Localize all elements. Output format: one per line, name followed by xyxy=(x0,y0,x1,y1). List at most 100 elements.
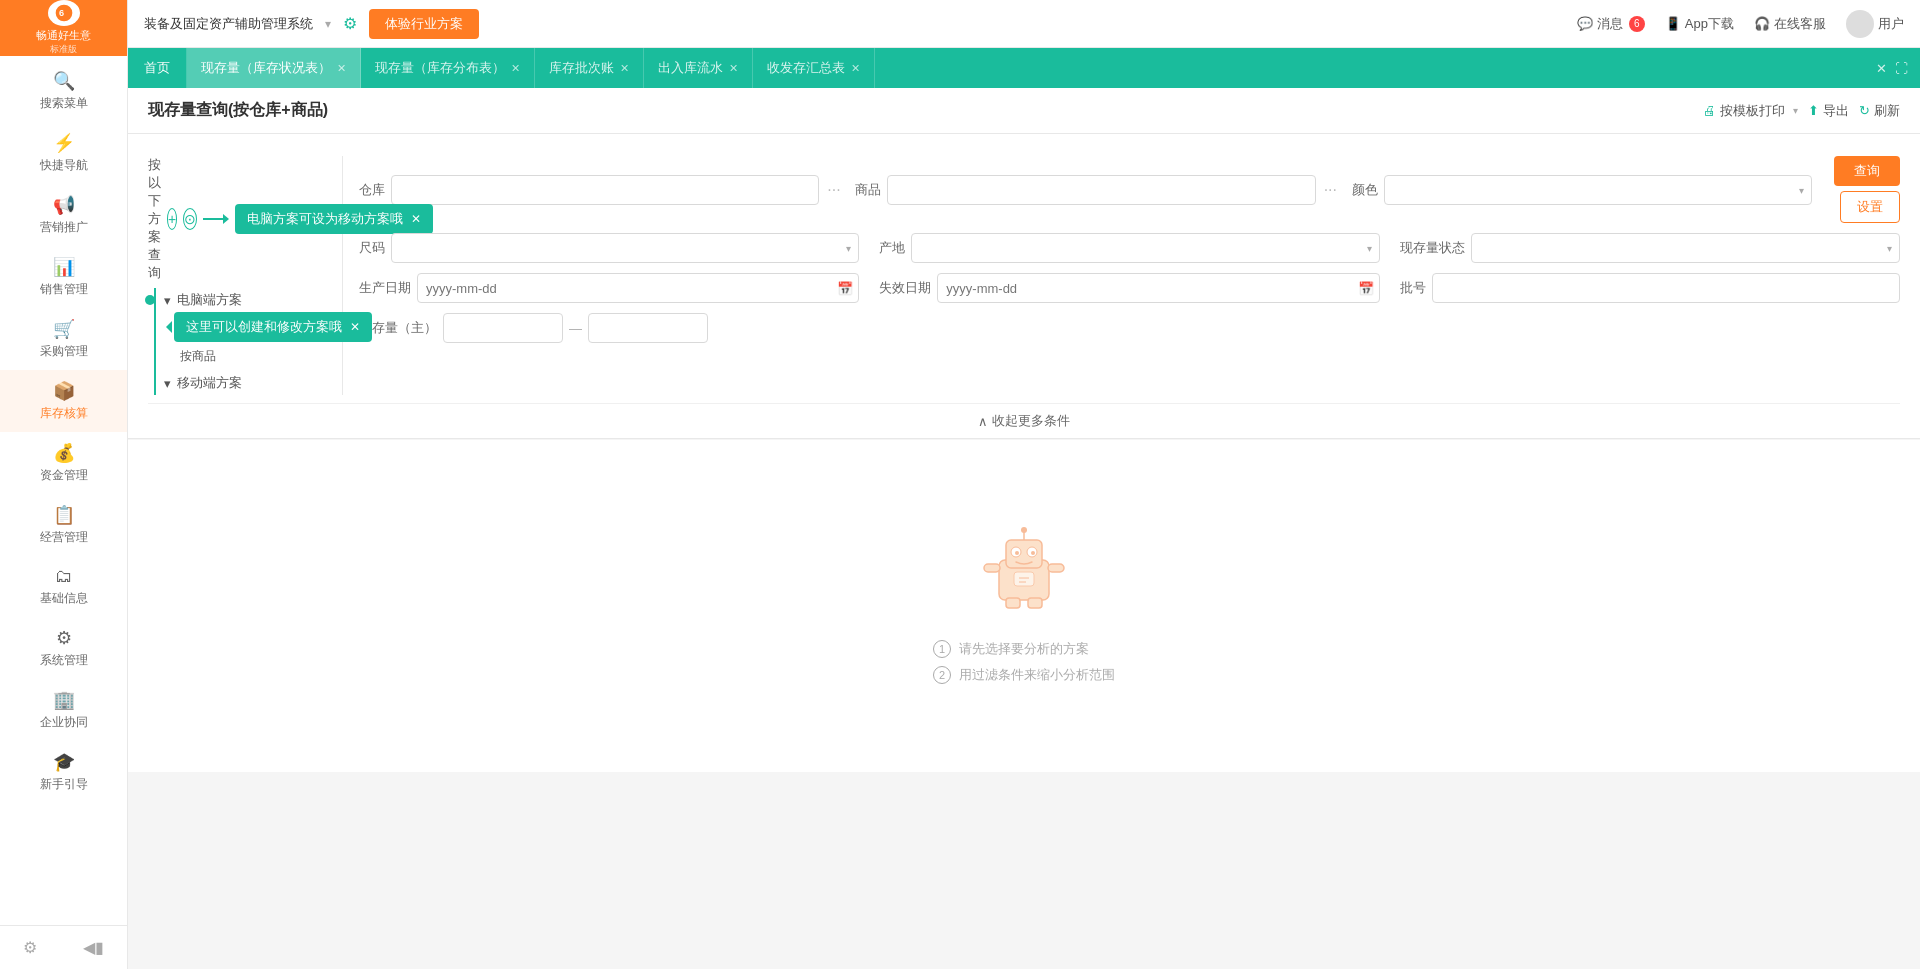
expire-date-start-input[interactable] xyxy=(937,273,1379,303)
tab-in-out-flow[interactable]: 出入库流水 ✕ xyxy=(644,48,753,88)
warehouse-more-icon[interactable]: ··· xyxy=(827,181,847,199)
sales-icon: 📊 xyxy=(53,256,75,278)
tab-close-all-icon[interactable]: ✕ xyxy=(1876,61,1887,76)
settings-gear-icon[interactable]: ⚙ xyxy=(23,938,37,957)
tooltip2-close-btn[interactable]: ✕ xyxy=(350,320,360,334)
desktop-schema-label[interactable]: 电脑端方案 xyxy=(177,291,242,309)
edit-schema-btn[interactable]: ⊙ xyxy=(183,208,197,230)
tab-stock-dist[interactable]: 现存量（库存分布表） ✕ xyxy=(361,48,535,88)
sidebar-item-label: 新手引导 xyxy=(40,776,88,793)
refresh-btn[interactable]: ↻ 刷新 xyxy=(1859,102,1900,120)
sidebar-item-guide[interactable]: 🎓 新手引导 xyxy=(0,741,127,803)
origin-select[interactable] xyxy=(911,233,1379,263)
goods-input[interactable] xyxy=(887,175,1315,205)
tab-close-icon[interactable]: ✕ xyxy=(729,63,738,74)
sidebar-item-label: 资金管理 xyxy=(40,467,88,484)
size-select[interactable] xyxy=(391,233,859,263)
sidebar-bottom: ⚙ ◀▮ xyxy=(0,925,127,969)
sidebar-item-basic-info[interactable]: 🗂 基础信息 xyxy=(0,556,127,617)
dropdown-arrow-icon[interactable]: ▾ xyxy=(325,17,331,31)
schema-dot-indicator xyxy=(145,295,155,305)
finance-icon: 💰 xyxy=(53,442,75,464)
topbar-right: 💬 消息 6 📱 App下载 🎧 在线客服 用户 xyxy=(1577,10,1904,38)
filter-row-1: 仓库 ··· 商品 ··· 颜色 xyxy=(359,156,1900,223)
user-btn[interactable]: 用户 xyxy=(1846,10,1904,38)
svg-text:6: 6 xyxy=(59,8,64,18)
stock-status-select[interactable] xyxy=(1471,233,1900,263)
support-label: 在线客服 xyxy=(1774,15,1826,33)
sidebar-item-label: 采购管理 xyxy=(40,343,88,360)
app-download-btn[interactable]: 📱 App下载 xyxy=(1665,15,1734,33)
query-btn[interactable]: 查询 xyxy=(1834,156,1900,186)
sidebar-item-marketing[interactable]: 📢 营销推广 xyxy=(0,184,127,246)
color-label: 颜色 xyxy=(1352,181,1378,199)
mobile-icon: 📱 xyxy=(1665,16,1681,31)
empty-steps: 1 请先选择要分析的方案 2 用过滤条件来缩小分析范围 xyxy=(933,640,1115,692)
tab-close-icon[interactable]: ✕ xyxy=(337,63,346,74)
search-menu-icon: 🔍 xyxy=(53,70,75,92)
logo-text: 畅通好生意 xyxy=(36,28,91,43)
stock-qty-separator: — xyxy=(569,321,582,336)
svg-rect-11 xyxy=(1048,564,1064,572)
tab-stock-status[interactable]: 现存量（库存状况表） ✕ xyxy=(187,48,361,88)
action-btn[interactable]: 体验行业方案 xyxy=(369,9,479,39)
sidebar-item-purchase[interactable]: 🛒 采购管理 xyxy=(0,308,127,370)
tab-close-icon[interactable]: ✕ xyxy=(511,63,520,74)
collapse-btn[interactable]: ∧ 收起更多条件 xyxy=(148,404,1900,438)
sidebar-item-finance[interactable]: 💰 资金管理 xyxy=(0,432,127,494)
filter-row-4: 现存量（主） — xyxy=(359,313,1900,343)
stock-qty-max-input[interactable] xyxy=(588,313,708,343)
mobile-schema-label[interactable]: 移动端方案 xyxy=(177,374,242,392)
refresh-icon: ↻ xyxy=(1859,103,1870,118)
color-field: 颜色 xyxy=(1352,175,1812,205)
sidebar-item-quick-nav[interactable]: ⚡ 快捷导航 xyxy=(0,122,127,184)
tree-expand-icon[interactable]: ▾ xyxy=(164,293,171,308)
goods-more-icon[interactable]: ··· xyxy=(1324,181,1344,199)
tab-home[interactable]: 首页 xyxy=(128,48,187,88)
sidebar-item-inventory[interactable]: 📦 库存核算 xyxy=(0,370,127,432)
sidebar-item-enterprise[interactable]: 🏢 企业协同 xyxy=(0,679,127,741)
step-1-text: 请先选择要分析的方案 xyxy=(959,640,1089,658)
sidebar-item-search-menu[interactable]: 🔍 搜索菜单 xyxy=(0,60,127,122)
tab-label: 出入库流水 xyxy=(658,59,723,77)
batch-input[interactable] xyxy=(1432,273,1900,303)
sidebar-item-label: 营销推广 xyxy=(40,219,88,236)
prod-date-start-input[interactable] xyxy=(417,273,859,303)
mobile-tree-icon[interactable]: ▾ xyxy=(164,376,171,391)
schema-child-item[interactable]: 按商品 xyxy=(180,346,330,367)
stock-qty-min-input[interactable] xyxy=(443,313,563,343)
tab-batch-account[interactable]: 库存批次账 ✕ xyxy=(535,48,644,88)
svg-point-7 xyxy=(1031,551,1035,555)
schema-left-panel: 按以下方案查询 + ⊙ 电脑方案可设为移动方案哦 ✕ xyxy=(148,156,343,395)
collapse-sidebar-icon[interactable]: ◀▮ xyxy=(83,938,104,957)
color-select[interactable] xyxy=(1384,175,1812,205)
tooltip1-close-btn[interactable]: ✕ xyxy=(411,212,421,226)
stock-status-label: 现存量状态 xyxy=(1400,239,1465,257)
tab-close-icon[interactable]: ✕ xyxy=(620,63,629,74)
filter-main-area: 按以下方案查询 + ⊙ 电脑方案可设为移动方案哦 ✕ xyxy=(148,146,1900,403)
page-content: 现存量查询(按仓库+商品) 🖨 按模板打印 ▾ ⬆ 导出 ↻ 刷新 xyxy=(128,88,1920,969)
message-btn[interactable]: 💬 消息 6 xyxy=(1577,15,1645,33)
warehouse-input[interactable] xyxy=(391,175,819,205)
enterprise-icon: 🏢 xyxy=(53,689,75,711)
tab-maximize-icon[interactable]: ⛶ xyxy=(1895,61,1908,76)
sidebar-item-operations[interactable]: 📋 经营管理 xyxy=(0,494,127,556)
sidebar-item-system[interactable]: ⚙ 系统管理 xyxy=(0,617,127,679)
support-btn[interactable]: 🎧 在线客服 xyxy=(1754,15,1826,33)
print-btn[interactable]: 🖨 按模板打印 ▾ xyxy=(1703,102,1798,120)
add-schema-btn[interactable]: + xyxy=(167,208,177,230)
tab-collect-report[interactable]: 收发存汇总表 ✕ xyxy=(753,48,875,88)
export-btn[interactable]: ⬆ 导出 xyxy=(1808,102,1849,120)
message-icon: 💬 xyxy=(1577,16,1593,31)
expire-date-label: 失效日期 xyxy=(879,279,931,297)
sidebar-item-label: 经营管理 xyxy=(40,529,88,546)
empty-step-1: 1 请先选择要分析的方案 xyxy=(933,640,1115,658)
schema-header: 按以下方案查询 + ⊙ 电脑方案可设为移动方案哦 ✕ xyxy=(148,156,330,282)
print-label: 按模板打印 xyxy=(1720,102,1785,120)
settings-icon[interactable]: ⚙ xyxy=(343,14,357,33)
setting-btn[interactable]: 设置 xyxy=(1840,191,1900,223)
warehouse-field: 仓库 xyxy=(359,175,819,205)
filter-row-3: 生产日期 失效日期 批号 xyxy=(359,273,1900,303)
sidebar-item-sales[interactable]: 📊 销售管理 xyxy=(0,246,127,308)
tab-close-icon[interactable]: ✕ xyxy=(851,63,860,74)
